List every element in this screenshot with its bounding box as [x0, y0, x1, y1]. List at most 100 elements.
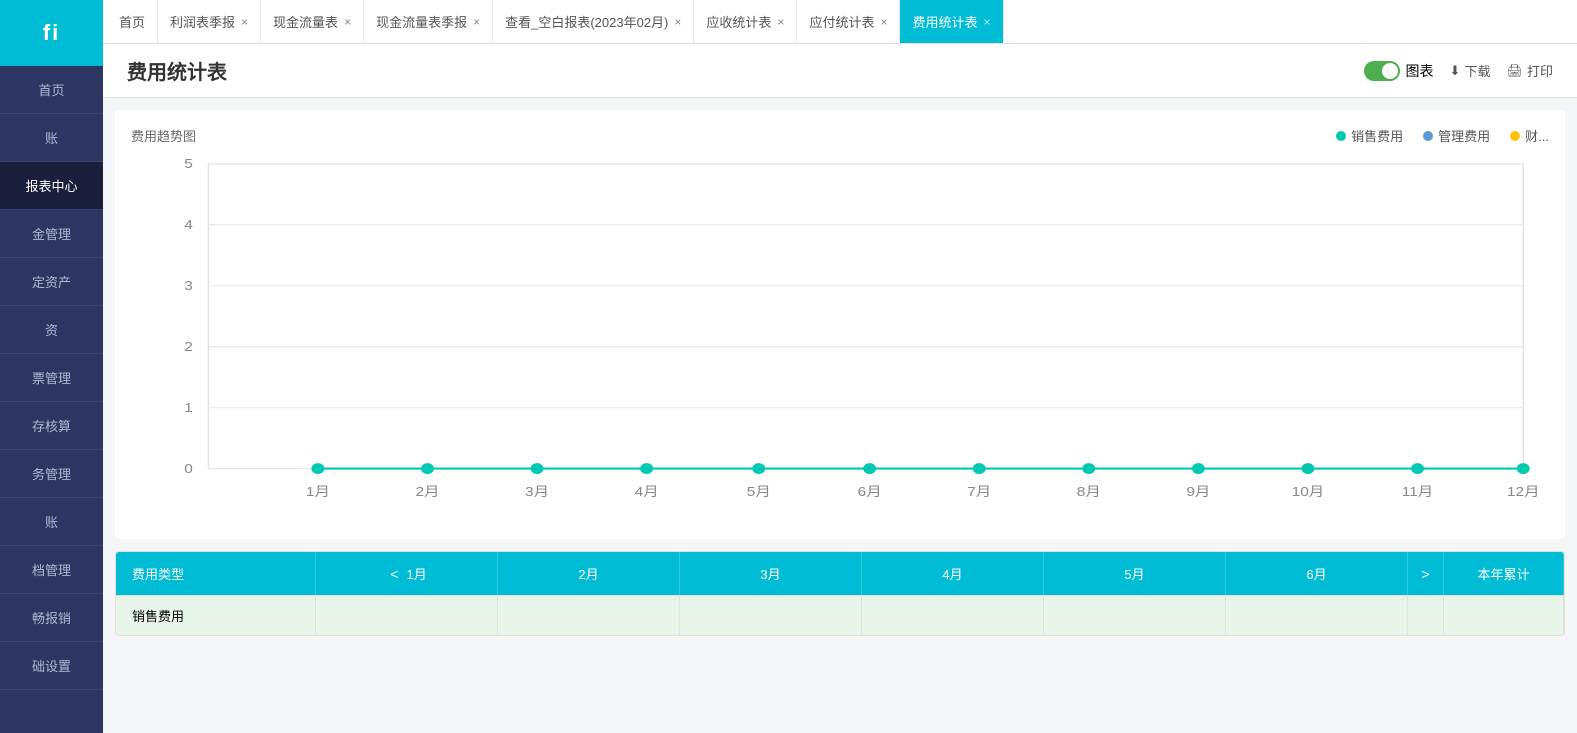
legend-dot-finance: [1510, 131, 1520, 141]
svg-text:3: 3: [184, 279, 193, 294]
th-month-2: 2月: [498, 552, 680, 595]
chart-toggle[interactable]: [1364, 61, 1400, 81]
page-title: 费用统计表: [127, 56, 227, 85]
print-icon: 🖨: [1506, 63, 1523, 79]
td-nav-spacer: [1408, 596, 1444, 635]
tab-label: 应付统计表: [809, 12, 874, 31]
table-header-row: 费用类型 < 1月 2月 3月 4月 5月 6月 > 本年累计: [116, 552, 1564, 595]
table-section: 费用类型 < 1月 2月 3月 4月 5月 6月 > 本年累计 销售费用: [115, 551, 1565, 636]
print-label: 打印: [1527, 61, 1553, 80]
legend-item-sales: 销售费用: [1336, 126, 1403, 145]
tab-receivable[interactable]: 应收统计表 ×: [694, 0, 797, 43]
content-area: 费用统计表 图表 ⬇ 下载 🖨 打印 费用趋势图: [103, 44, 1577, 733]
td-val-5: [1044, 596, 1226, 635]
chart-legend: 销售费用 管理费用 财...: [1336, 126, 1549, 145]
tab-cashflow[interactable]: 现金流量表 ×: [261, 0, 364, 43]
th-month-3: 3月: [680, 552, 862, 595]
td-val-1: [316, 596, 498, 635]
svg-text:3月: 3月: [525, 485, 549, 500]
svg-text:4月: 4月: [635, 485, 659, 500]
td-ytd: [1444, 596, 1564, 635]
svg-text:4: 4: [184, 218, 193, 233]
td-type: 销售费用: [116, 596, 316, 635]
svg-text:12月: 12月: [1507, 485, 1540, 500]
sidebar-item-report-center[interactable]: 报表中心: [0, 162, 103, 210]
svg-text:5: 5: [184, 157, 193, 172]
close-icon[interactable]: ×: [473, 15, 480, 29]
close-icon[interactable]: ×: [983, 15, 990, 29]
close-icon[interactable]: ×: [777, 15, 784, 29]
legend-item-finance: 财...: [1510, 126, 1549, 145]
close-icon[interactable]: ×: [674, 15, 681, 29]
tab-blank-report[interactable]: 查看_空白报表(2023年02月) ×: [493, 0, 694, 43]
th-type: 费用类型: [116, 552, 316, 595]
tab-expense-stat[interactable]: 费用统计表 ×: [900, 0, 1003, 43]
th-month-4: 4月: [862, 552, 1044, 595]
sidebar: fi 首页 账 报表中心 金管理 定资产 资 票管理 存核算 务管理 账 档管理…: [0, 0, 103, 733]
next-icon[interactable]: >: [1417, 566, 1433, 582]
close-icon[interactable]: ×: [241, 15, 248, 29]
svg-text:11月: 11月: [1402, 485, 1433, 500]
svg-text:8月: 8月: [1077, 485, 1101, 500]
tab-label: 应收统计表: [706, 12, 771, 31]
tab-home[interactable]: 首页: [107, 0, 158, 43]
th-nav-prev[interactable]: < 1月: [316, 552, 498, 595]
svg-text:0: 0: [184, 462, 193, 477]
tab-label: 利润表季报: [170, 12, 235, 31]
chart-header: 费用趋势图 销售费用 管理费用 财...: [131, 126, 1549, 145]
td-val-4: [862, 596, 1044, 635]
td-val-3: [680, 596, 862, 635]
download-button[interactable]: ⬇ 下载: [1450, 61, 1491, 80]
th-nav-next[interactable]: >: [1408, 552, 1444, 595]
svg-text:7月: 7月: [967, 485, 991, 500]
tab-label: 查看_空白报表(2023年02月): [505, 12, 668, 31]
sidebar-item-capital[interactable]: 资: [0, 306, 103, 354]
prev-icon[interactable]: <: [386, 566, 402, 582]
sidebar-item-task-mgmt[interactable]: 务管理: [0, 450, 103, 498]
tab-cashflow-quarterly[interactable]: 现金流量表季报 ×: [364, 0, 493, 43]
table-row: 销售费用: [116, 595, 1564, 635]
header-actions: 图表 ⬇ 下载 🖨 打印: [1364, 61, 1553, 81]
tab-label: 现金流量表: [273, 12, 338, 31]
td-val-6: [1226, 596, 1408, 635]
legend-label-admin: 管理费用: [1438, 126, 1490, 145]
sidebar-logo: fi: [0, 0, 103, 66]
sidebar-item-fund-mgmt[interactable]: 金管理: [0, 210, 103, 258]
legend-dot-admin: [1423, 131, 1433, 141]
sidebar-item-archive-mgmt[interactable]: 档管理: [0, 546, 103, 594]
svg-text:10月: 10月: [1292, 485, 1325, 500]
chart-toggle-wrap: 图表: [1364, 61, 1434, 81]
sidebar-item-home[interactable]: 首页: [0, 66, 103, 114]
svg-text:2: 2: [184, 340, 193, 355]
sidebar-item-inventory[interactable]: 存核算: [0, 402, 103, 450]
close-icon[interactable]: ×: [880, 15, 887, 29]
sidebar-item-fixed-assets[interactable]: 定资产: [0, 258, 103, 306]
tab-profit-quarterly[interactable]: 利润表季报 ×: [158, 0, 261, 43]
tab-payable[interactable]: 应付统计表 ×: [797, 0, 900, 43]
legend-dot-sales: [1336, 131, 1346, 141]
print-button[interactable]: 🖨 打印: [1506, 61, 1553, 80]
svg-text:6月: 6月: [858, 485, 882, 500]
chart-section: 费用趋势图 销售费用 管理费用 财...: [115, 110, 1565, 539]
svg-text:9月: 9月: [1186, 485, 1210, 500]
svg-text:1月: 1月: [306, 485, 330, 500]
td-val-2: [498, 596, 680, 635]
main-area: 首页 利润表季报 × 现金流量表 × 现金流量表季报 × 查看_空白报表(202…: [103, 0, 1577, 733]
tab-label: 费用统计表: [912, 12, 977, 31]
legend-label-sales: 销售费用: [1351, 126, 1403, 145]
download-icon: ⬇: [1450, 63, 1461, 79]
sidebar-item-expense[interactable]: 畅报销: [0, 594, 103, 642]
close-icon[interactable]: ×: [344, 15, 351, 29]
th-month-5: 5月: [1044, 552, 1226, 595]
svg-text:2月: 2月: [415, 485, 439, 500]
sidebar-item-account[interactable]: 账: [0, 114, 103, 162]
page-header: 费用统计表 图表 ⬇ 下载 🖨 打印: [103, 44, 1577, 98]
chart-wrap: 5 4 3 2 1 0: [131, 153, 1549, 523]
sidebar-item-ledger[interactable]: 账: [0, 498, 103, 546]
tab-bar: 首页 利润表季报 × 现金流量表 × 现金流量表季报 × 查看_空白报表(202…: [103, 0, 1577, 44]
sidebar-item-invoice-mgmt[interactable]: 票管理: [0, 354, 103, 402]
legend-item-admin: 管理费用: [1423, 126, 1490, 145]
th-month-6: 6月: [1226, 552, 1408, 595]
sidebar-item-basic-settings[interactable]: 础设置: [0, 642, 103, 690]
th-month-1: 1月: [406, 564, 426, 583]
